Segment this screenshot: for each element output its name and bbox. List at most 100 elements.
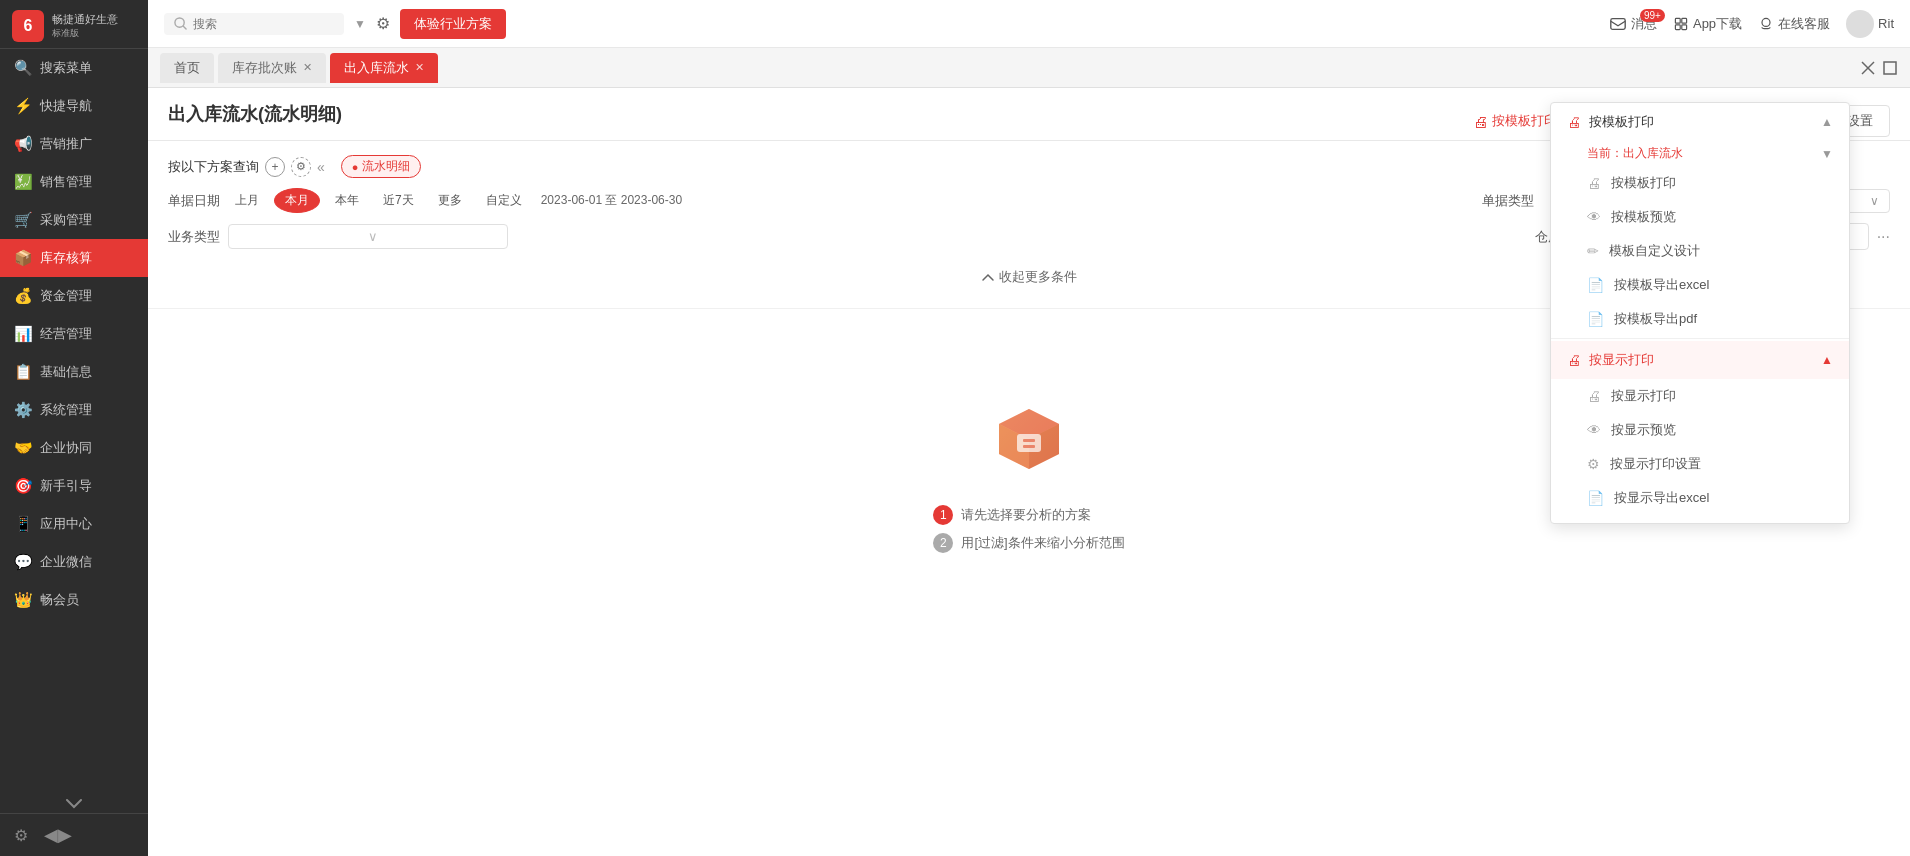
- sidebar-item-operations[interactable]: 📊 经营管理: [0, 315, 148, 353]
- template-print-chevron[interactable]: ▲: [1821, 115, 1833, 129]
- template-print-section-icon: 🖨: [1567, 114, 1581, 130]
- operations-icon: 📊: [14, 325, 32, 343]
- finance-icon: 💰: [14, 287, 32, 305]
- sidebar-bottom: ⚙ ◀▶: [0, 813, 148, 856]
- sidebar-item-enterprise[interactable]: 🤝 企业协同: [0, 429, 148, 467]
- display-print-chevron[interactable]: ▲: [1821, 353, 1833, 367]
- svg-rect-17: [1023, 445, 1035, 448]
- display-export-excel-icon: 📄: [1587, 490, 1604, 506]
- svg-rect-4: [1682, 18, 1687, 23]
- maximize-icon[interactable]: [1882, 60, 1898, 76]
- sidebar-item-marketing[interactable]: 📢 营销推广: [0, 125, 148, 163]
- svg-line-1: [183, 26, 186, 29]
- date-btn-last-7days[interactable]: 近7天: [374, 188, 423, 213]
- search-input[interactable]: [193, 17, 313, 31]
- date-btn-more[interactable]: 更多: [429, 188, 471, 213]
- topbar-gear-icon[interactable]: ⚙: [376, 14, 390, 33]
- svg-point-7: [1762, 18, 1770, 26]
- tab-home[interactable]: 首页: [160, 53, 214, 83]
- sidebar-item-system[interactable]: ⚙️ 系统管理: [0, 391, 148, 429]
- sidebar-item-quick-nav[interactable]: ⚡ 快捷导航: [0, 87, 148, 125]
- date-btn-last-month[interactable]: 上月: [226, 188, 268, 213]
- date-btn-custom[interactable]: 自定义: [477, 188, 531, 213]
- filter-settings-btn[interactable]: ⚙: [291, 157, 311, 177]
- dropdown-item-display-print-settings[interactable]: ⚙ 按显示打印设置: [1551, 447, 1849, 481]
- sidebar-item-sales[interactable]: 💹 销售管理: [0, 163, 148, 201]
- message-icon: [1609, 15, 1627, 33]
- sidebar-item-inventory[interactable]: 📦 库存核算: [0, 239, 148, 277]
- collapse-up-icon: [981, 270, 995, 284]
- template-print-section-header[interactable]: 🖨 按模板打印 ▲: [1551, 103, 1849, 141]
- dropdown-item-template-preview[interactable]: 👁 按模板预览: [1551, 200, 1849, 234]
- topbar: ▼ ⚙ 体验行业方案 消息 99+ App下载 在线客服 Rit: [148, 0, 1910, 48]
- display-export-excel-label: 按显示导出excel: [1614, 489, 1709, 507]
- online-service-btn[interactable]: 在线客服: [1758, 15, 1830, 33]
- filter-tag[interactable]: ● 流水明细: [341, 155, 422, 178]
- dropdown-item-template-export-pdf[interactable]: 📄 按模板导出pdf: [1551, 302, 1849, 336]
- filter-add-btn[interactable]: +: [265, 157, 285, 177]
- dropdown-divider: [1551, 338, 1849, 339]
- template-export-pdf-label: 按模板导出pdf: [1614, 310, 1697, 328]
- sidebar-item-member[interactable]: 👑 畅会员: [0, 581, 148, 619]
- sidebar-item-beginner[interactable]: 🎯 新手引导: [0, 467, 148, 505]
- sidebar: 6 畅捷通好生意 标准版 🔍 搜索菜单 ⚡ 快捷导航 📢 营销推广 💹 销售管理…: [0, 0, 148, 856]
- sidebar-item-label: 经营管理: [40, 325, 92, 343]
- sidebar-item-search[interactable]: 🔍 搜索菜单: [0, 49, 148, 87]
- template-print-section-label: 按模板打印: [1589, 113, 1654, 131]
- business-type-select[interactable]: ∨: [228, 224, 508, 249]
- sidebar-item-wechat[interactable]: 💬 企业微信: [0, 543, 148, 581]
- dropdown-scroll: 🖨 按模板打印 ▲ 当前：出入库流水 ▼ 🖨 按模板打印 👁 按模板预览 ✏ 模…: [1551, 103, 1849, 523]
- display-preview-label: 按显示预览: [1611, 421, 1676, 439]
- template-export-pdf-icon: 📄: [1587, 311, 1604, 327]
- close-window-icon[interactable]: [1860, 60, 1876, 76]
- dropdown-item-display-export-pdf[interactable]: 📄 按显示导出pdf: [1551, 515, 1849, 523]
- dropdown-item-template-export-excel[interactable]: 📄 按模板导出excel: [1551, 268, 1849, 302]
- app-download-label: App下载: [1693, 15, 1742, 33]
- logo-badge: 标准版: [52, 27, 118, 40]
- enterprise-icon: 🤝: [14, 439, 32, 457]
- sidebar-item-finance[interactable]: 💰 资金管理: [0, 277, 148, 315]
- tabbar-controls: [1860, 60, 1898, 76]
- dropdown-item-template-custom[interactable]: ✏ 模板自定义设计: [1551, 234, 1849, 268]
- tab-inout-flow[interactable]: 出入库流水 ✕: [330, 53, 438, 83]
- template-custom-label: 模板自定义设计: [1609, 242, 1700, 260]
- svg-rect-16: [1023, 439, 1035, 442]
- app-download-icon: [1673, 16, 1689, 32]
- tab-inventory-batch-close[interactable]: ✕: [303, 61, 312, 74]
- app-download-btn[interactable]: App下载: [1673, 15, 1742, 33]
- settings-icon[interactable]: ⚙: [14, 826, 28, 845]
- empty-step-1: 1 请先选择要分析的方案: [933, 505, 1124, 525]
- sidebar-item-basic-info[interactable]: 📋 基础信息: [0, 353, 148, 391]
- dropdown-item-display-preview[interactable]: 👁 按显示预览: [1551, 413, 1849, 447]
- printer-icon: 🖨: [1473, 113, 1488, 130]
- topbar-search-icon: [174, 17, 187, 30]
- warehouse-dots[interactable]: ···: [1877, 228, 1890, 246]
- sidebar-item-purchase[interactable]: 🛒 采购管理: [0, 201, 148, 239]
- topbar-search-container[interactable]: [164, 13, 344, 35]
- filter-collapse-btn[interactable]: «: [317, 159, 325, 175]
- collapse-icon[interactable]: ◀▶: [44, 824, 72, 846]
- sidebar-scroll-down[interactable]: [0, 795, 148, 813]
- empty-state-icon: [979, 389, 1079, 489]
- user-profile[interactable]: Rit: [1846, 10, 1894, 38]
- dropdown-item-template-print[interactable]: 🖨 按模板打印: [1551, 166, 1849, 200]
- trial-btn[interactable]: 体验行业方案: [400, 9, 506, 39]
- date-btn-current-month[interactable]: 本月: [274, 188, 320, 213]
- user-name: Rit: [1878, 16, 1894, 31]
- dropdown-item-display-export-excel[interactable]: 📄 按显示导出excel: [1551, 481, 1849, 515]
- tab-inout-flow-close[interactable]: ✕: [415, 61, 424, 74]
- dropdown-item-display-print[interactable]: 🖨 按显示打印: [1551, 379, 1849, 413]
- current-template-label: 当前：出入库流水: [1587, 145, 1683, 162]
- topbar-chevron-icon[interactable]: ▼: [354, 17, 366, 31]
- sidebar-item-label: 采购管理: [40, 211, 92, 229]
- display-print-section-header[interactable]: 🖨 按显示打印 ▲: [1551, 341, 1849, 379]
- sidebar-item-label: 资金管理: [40, 287, 92, 305]
- sidebar-item-label: 销售管理: [40, 173, 92, 191]
- business-type-arrow: ∨: [368, 229, 497, 244]
- quick-nav-icon: ⚡: [14, 97, 32, 115]
- tab-inventory-batch[interactable]: 库存批次账 ✕: [218, 53, 326, 83]
- sidebar-item-apps[interactable]: 📱 应用中心: [0, 505, 148, 543]
- date-btn-current-year[interactable]: 本年: [326, 188, 368, 213]
- template-export-excel-label: 按模板导出excel: [1614, 276, 1709, 294]
- message-btn[interactable]: 消息 99+: [1609, 15, 1657, 33]
